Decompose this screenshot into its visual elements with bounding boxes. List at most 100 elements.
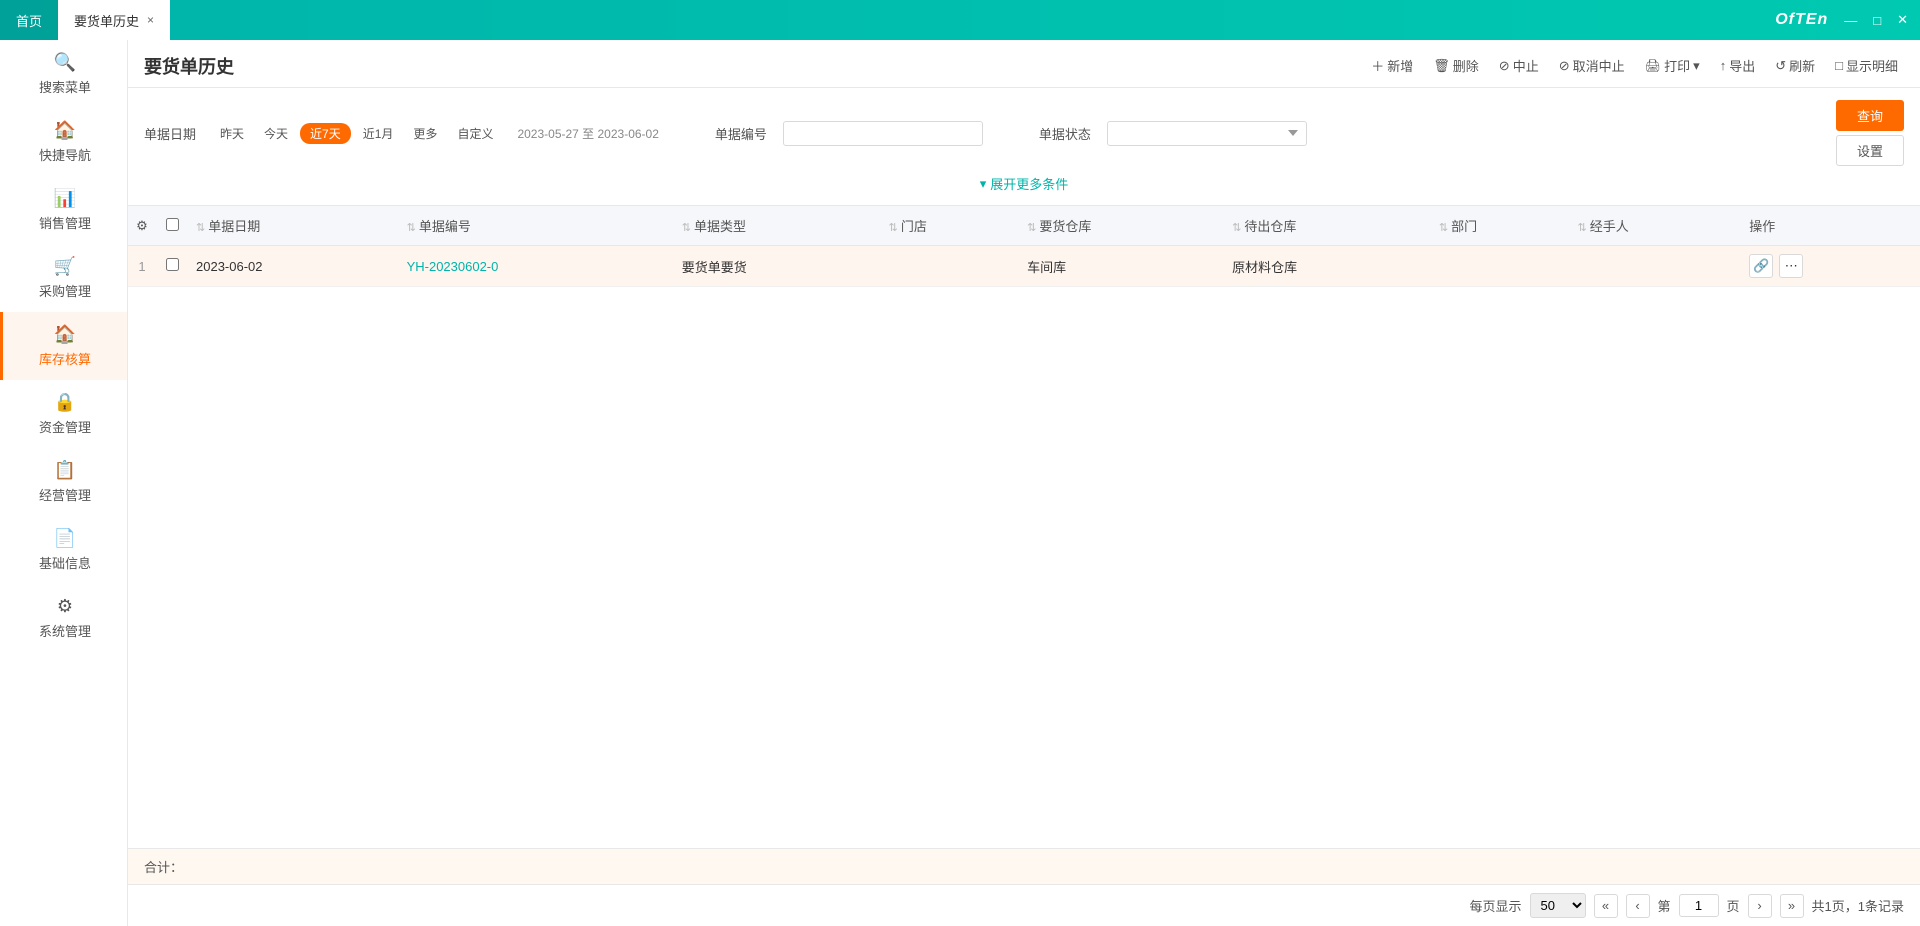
print-btn[interactable]: 🖨 打印 ▾ [1639,52,1706,79]
tab-order-history-label: 要货单历史 [74,11,139,30]
row-num: 1 [128,246,156,287]
col-doc-type[interactable]: 单据类型 [674,206,881,246]
display-detail-btn[interactable]: □ 显示明细 [1829,52,1904,79]
delete-btn[interactable]: 🗑 删除 [1427,52,1485,79]
sidebar: 🔍 搜索菜单 🏠 快捷导航 📊 销售管理 🛒 采购管理 🏠 库存核算 🔒 资金管… [0,40,128,926]
col-department[interactable]: 部门 [1431,206,1570,246]
doc-no-label: 单据编号 [715,124,767,143]
shortcut-7days[interactable]: 近7天 [300,123,351,144]
tab-home[interactable]: 首页 [0,0,58,40]
expand-more-btn[interactable]: ▾ 展开更多条件 [980,174,1069,193]
expand-row: ▾ 展开更多条件 [144,174,1904,193]
sidebar-item-finance[interactable]: 🔒 资金管理 [0,380,127,448]
prev-page-btn[interactable]: ‹ [1626,894,1650,918]
row-checkbox-cell[interactable] [156,246,188,287]
filter-settings-btn[interactable]: 设置 [1836,135,1904,166]
col-req-warehouse[interactable]: 要货仓库 [1019,206,1224,246]
stop-label: 中止 [1513,56,1539,75]
close-tab-icon[interactable]: × [147,13,154,27]
row-checkbox[interactable] [166,258,179,271]
last-page-btn[interactable]: » [1780,894,1804,918]
shortcut-1month[interactable]: 近1月 [355,123,402,144]
tab-order-history[interactable]: 要货单历史 × [58,0,170,40]
inventory-icon: 🏠 [54,324,76,345]
col-pending-warehouse[interactable]: 待出仓库 [1224,206,1431,246]
row-store [881,246,1020,287]
row-handler [1569,246,1741,287]
page-suffix-label: 页 [1727,896,1740,915]
data-table: ⚙ 单据日期 单据编号 单据类型 门店 要货仓库 待出仓库 部门 经手人 操作 [128,206,1920,287]
finance-icon: 🔒 [54,392,76,413]
col-handler[interactable]: 经手人 [1569,206,1741,246]
basic-info-icon: 📄 [54,528,76,549]
window-close-btn[interactable]: ✕ [1897,12,1908,28]
sidebar-item-search[interactable]: 🔍 搜索菜单 [0,40,127,108]
row-doc-type: 要货单要货 [674,246,881,287]
top-bar: 首页 要货单历史 × OfTEn — □ ✕ [0,0,1920,40]
col-checkbox[interactable] [156,206,188,246]
next-page-btn[interactable]: › [1748,894,1772,918]
first-page-icon: « [1602,898,1609,913]
sidebar-item-sales[interactable]: 📊 销售管理 [0,176,127,244]
sidebar-item-finance-label: 资金管理 [39,417,91,436]
tab-bar: 首页 要货单历史 × [0,0,170,40]
home-icon: 🏠 [54,120,76,141]
last-page-icon: » [1788,898,1795,913]
row-doc-no[interactable]: YH-20230602-0 [399,246,674,287]
doc-status-label: 单据状态 [1039,124,1091,143]
new-btn[interactable]: ＋ 新增 [1365,52,1419,79]
system-icon: ⚙ [57,596,73,617]
sidebar-item-system[interactable]: ⚙ 系统管理 [0,584,127,652]
sidebar-item-inventory[interactable]: 🏠 库存核算 [0,312,127,380]
row-req-warehouse: 车间库 [1019,246,1224,287]
main-layout: 🔍 搜索菜单 🏠 快捷导航 📊 销售管理 🛒 采购管理 🏠 库存核算 🔒 资金管… [0,40,1920,926]
cancel-stop-btn[interactable]: ⊘ 取消中止 [1553,52,1631,79]
sidebar-item-basic-info[interactable]: 📄 基础信息 [0,516,127,584]
sales-icon: 📊 [54,188,76,209]
row-view-btn[interactable]: 🔗 [1749,254,1773,278]
window-minimize-btn[interactable]: — [1844,13,1857,28]
col-store[interactable]: 门店 [881,206,1020,246]
print-icon: 🖨 [1645,58,1662,74]
doc-no-link[interactable]: YH-20230602-0 [407,259,499,274]
sidebar-item-purchase[interactable]: 🛒 采购管理 [0,244,127,312]
col-ops: 操作 [1741,206,1920,246]
sidebar-item-purchase-label: 采购管理 [39,281,91,300]
sidebar-item-quicknav[interactable]: 🏠 快捷导航 [0,108,127,176]
select-all-checkbox[interactable] [166,218,179,231]
row-more-btn[interactable]: ⋯ [1779,254,1803,278]
export-btn[interactable]: ↑ 导出 [1714,52,1762,79]
first-page-btn[interactable]: « [1594,894,1618,918]
top-bar-right: OfTEn — □ ✕ [1775,11,1920,29]
shortcut-custom[interactable]: 自定义 [449,123,501,144]
stop-btn[interactable]: ⊘ 中止 [1493,52,1545,79]
row-ops: 🔗 ⋯ [1741,246,1920,287]
table-row: 1 2023-06-02 YH-20230602-0 要货单要货 车间库 原材料… [128,246,1920,287]
doc-no-input[interactable] [783,121,983,146]
shortcut-yesterday[interactable]: 昨天 [212,123,252,144]
total-info: 共1页，1条记录 [1812,896,1904,915]
sidebar-item-operations[interactable]: 📋 经营管理 [0,448,127,516]
search-icon: 🔍 [54,52,76,73]
tab-home-label: 首页 [16,11,42,30]
col-doc-date[interactable]: 单据日期 [188,206,399,246]
content-area: 要货单历史 ＋ 新增 🗑 删除 ⊘ 中止 ⊘ 取消中止 [128,40,1920,926]
sidebar-item-quicknav-label: 快捷导航 [39,145,91,164]
col-settings[interactable]: ⚙ [128,206,156,246]
refresh-btn[interactable]: ↺ 刷新 [1769,52,1821,79]
expand-more-label: 展开更多条件 [990,174,1068,193]
new-icon: ＋ [1371,56,1384,75]
doc-status-select[interactable] [1107,121,1307,146]
refresh-icon: ↺ [1775,58,1786,74]
more-icon: ⋯ [1785,258,1798,274]
current-page-input[interactable] [1679,894,1719,917]
col-doc-no[interactable]: 单据编号 [399,206,674,246]
delete-label: 删除 [1453,56,1479,75]
shortcut-today[interactable]: 今天 [256,123,296,144]
query-btn[interactable]: 查询 [1836,100,1904,131]
table-container: ⚙ 单据日期 单据编号 单据类型 门店 要货仓库 待出仓库 部门 经手人 操作 [128,206,1920,848]
shortcut-more[interactable]: 更多 [405,123,445,144]
window-maximize-btn[interactable]: □ [1873,13,1881,28]
date-range-display: 2023-05-27 至 2023-06-02 [517,125,658,142]
per-page-select[interactable]: 50 10 20 100 [1530,893,1586,918]
